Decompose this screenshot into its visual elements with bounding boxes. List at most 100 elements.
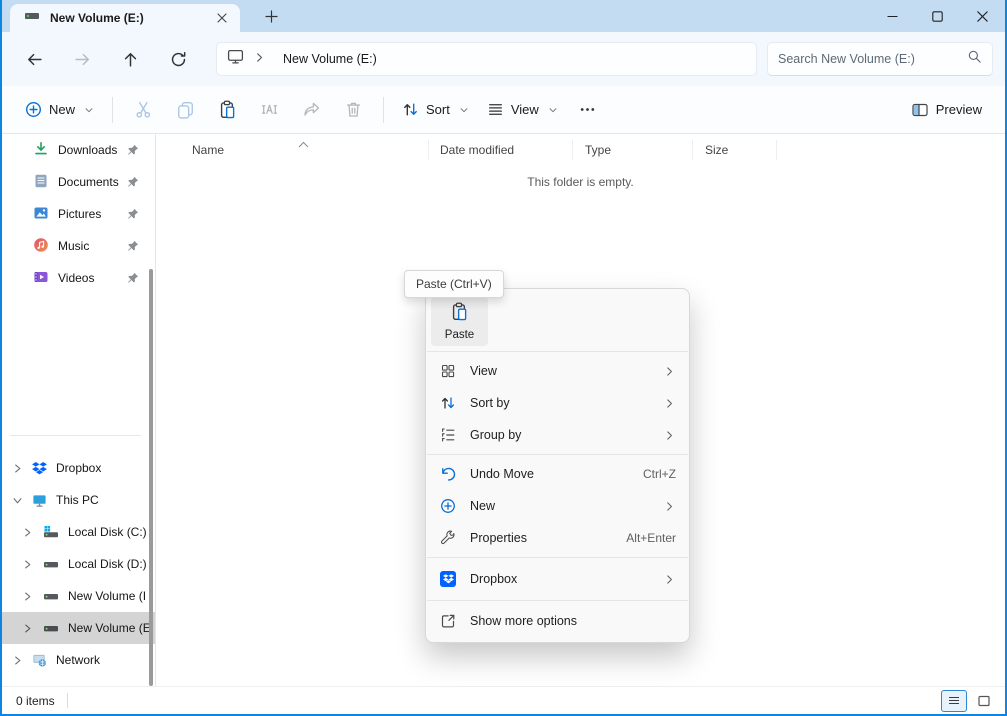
menu-item-label: New (470, 499, 496, 513)
paste-menu-button[interactable]: Paste (431, 297, 488, 346)
preview-button[interactable]: Preview (902, 95, 991, 125)
tab-close-icon[interactable] (212, 8, 232, 28)
submenu-chevron-icon (663, 397, 676, 410)
maximize-button[interactable] (915, 0, 960, 32)
sidebar-item-label: Music (58, 239, 90, 253)
separator (66, 693, 68, 708)
menu-item-dropbox[interactable]: Dropbox (426, 561, 689, 597)
new-tab-button[interactable] (260, 5, 282, 27)
pin-icon (127, 240, 139, 255)
menu-separator (427, 351, 688, 352)
delete-button[interactable] (332, 93, 374, 127)
search-box[interactable] (767, 42, 993, 76)
explorer-tab[interactable]: New Volume (E:) (10, 4, 240, 32)
sidebar-scrollbar[interactable] (149, 269, 153, 686)
pin-icon (127, 144, 139, 159)
sidebar-item-downloads[interactable]: Downloads (2, 134, 155, 166)
menu-separator (427, 454, 688, 455)
forward-button[interactable] (63, 41, 101, 77)
dropbox-icon (32, 461, 47, 475)
large-icons-view-button[interactable] (971, 690, 997, 712)
separator (383, 96, 385, 123)
submenu-chevron-icon (663, 573, 676, 586)
submenu-chevron-icon (663, 429, 676, 442)
sidebar-item-pictures[interactable]: Pictures (2, 198, 155, 230)
sort-button[interactable]: Sort (393, 95, 478, 124)
menu-item-label: Undo Move (470, 467, 534, 481)
sidebar-item-local-disk-d[interactable]: Local Disk (D:) (2, 548, 155, 580)
documents-icon (33, 173, 49, 192)
cut-button[interactable] (122, 93, 164, 127)
local-disk-d-icon (43, 557, 59, 571)
this-pc-icon (32, 493, 47, 508)
pictures-icon (33, 205, 49, 224)
chevron-right-icon[interactable] (20, 592, 34, 601)
sort-ascending-icon[interactable] (298, 135, 309, 153)
column-header-name[interactable]: Name (156, 139, 429, 160)
network-icon (32, 653, 47, 668)
this-pc-location-icon[interactable] (227, 48, 244, 70)
item-count: 0 items (16, 693, 55, 708)
up-button[interactable] (111, 41, 149, 77)
sidebar-item-new-volume-e[interactable]: New Volume (E: (2, 612, 155, 644)
chevron-right-icon[interactable] (20, 560, 34, 569)
breadcrumb-location[interactable]: New Volume (E:) (283, 52, 377, 66)
drive-icon (24, 8, 40, 29)
rename-button[interactable] (248, 93, 290, 127)
menu-separator (427, 557, 688, 558)
details-view-button[interactable] (941, 689, 967, 712)
chevron-down-icon (84, 105, 94, 115)
sidebar-item-dropbox[interactable]: Dropbox (2, 452, 155, 484)
column-header-date-modified[interactable]: Date modified (429, 139, 573, 160)
sidebar-item-label: Local Disk (C:) (68, 525, 147, 539)
menu-item-new[interactable]: New (426, 490, 689, 522)
menu-item-properties[interactable]: Properties Alt+Enter (426, 522, 689, 554)
column-header-type[interactable]: Type (573, 139, 693, 160)
drive-icon (43, 589, 59, 603)
sidebar-item-label: Dropbox (56, 461, 102, 475)
chevron-right-icon[interactable] (20, 624, 34, 633)
back-button[interactable] (15, 41, 53, 77)
menu-item-sort-by[interactable]: Sort by (426, 387, 689, 419)
refresh-button[interactable] (159, 41, 197, 77)
sidebar-item-network[interactable]: Network (2, 644, 155, 676)
sidebar-item-this-pc[interactable]: This PC (2, 484, 155, 516)
sidebar-item-new-volume-i[interactable]: New Volume (I (2, 580, 155, 612)
menu-item-undo-move[interactable]: Undo Move Ctrl+Z (426, 458, 689, 490)
search-icon[interactable] (967, 49, 982, 69)
copy-button[interactable] (164, 93, 206, 127)
chevron-down-icon[interactable] (10, 496, 24, 505)
more-options-button[interactable] (567, 93, 609, 127)
properties-wrench-icon (439, 530, 457, 546)
chevron-right-icon[interactable] (20, 528, 34, 537)
paste-button[interactable] (206, 93, 248, 127)
sidebar-item-local-disk-c[interactable]: Local Disk (C:) (2, 516, 155, 548)
sidebar-item-label: New Volume (E: (68, 621, 155, 635)
search-input[interactable] (778, 52, 967, 66)
pin-icon (127, 272, 139, 287)
dropbox-menu-icon (439, 571, 457, 587)
view-grid-icon (439, 363, 457, 379)
menu-item-group-by[interactable]: Group by (426, 419, 689, 451)
address-bar[interactable]: New Volume (E:) (216, 42, 757, 76)
sidebar-item-music[interactable]: Music (2, 230, 155, 262)
column-header-size[interactable]: Size (693, 139, 777, 160)
sidebar-item-videos[interactable]: Videos (2, 262, 155, 294)
menu-item-view[interactable]: View (426, 355, 689, 387)
paste-label: Paste (444, 329, 475, 341)
minimize-button[interactable] (870, 0, 915, 32)
chevron-right-icon[interactable] (10, 656, 24, 665)
breadcrumb-chevron-icon[interactable] (254, 50, 265, 68)
share-button[interactable] (290, 93, 332, 127)
view-button[interactable]: View (478, 95, 567, 124)
new-button[interactable]: New (16, 95, 103, 124)
close-button[interactable] (960, 0, 1005, 32)
menu-item-show-more-options[interactable]: Show more options (426, 604, 689, 638)
pin-icon (127, 176, 139, 191)
chevron-right-icon[interactable] (10, 464, 24, 473)
undo-icon (439, 466, 457, 482)
column-headers: Name Date modified Type Size (156, 136, 1005, 163)
sidebar-item-label: Videos (58, 271, 95, 285)
sidebar-item-documents[interactable]: Documents (2, 166, 155, 198)
